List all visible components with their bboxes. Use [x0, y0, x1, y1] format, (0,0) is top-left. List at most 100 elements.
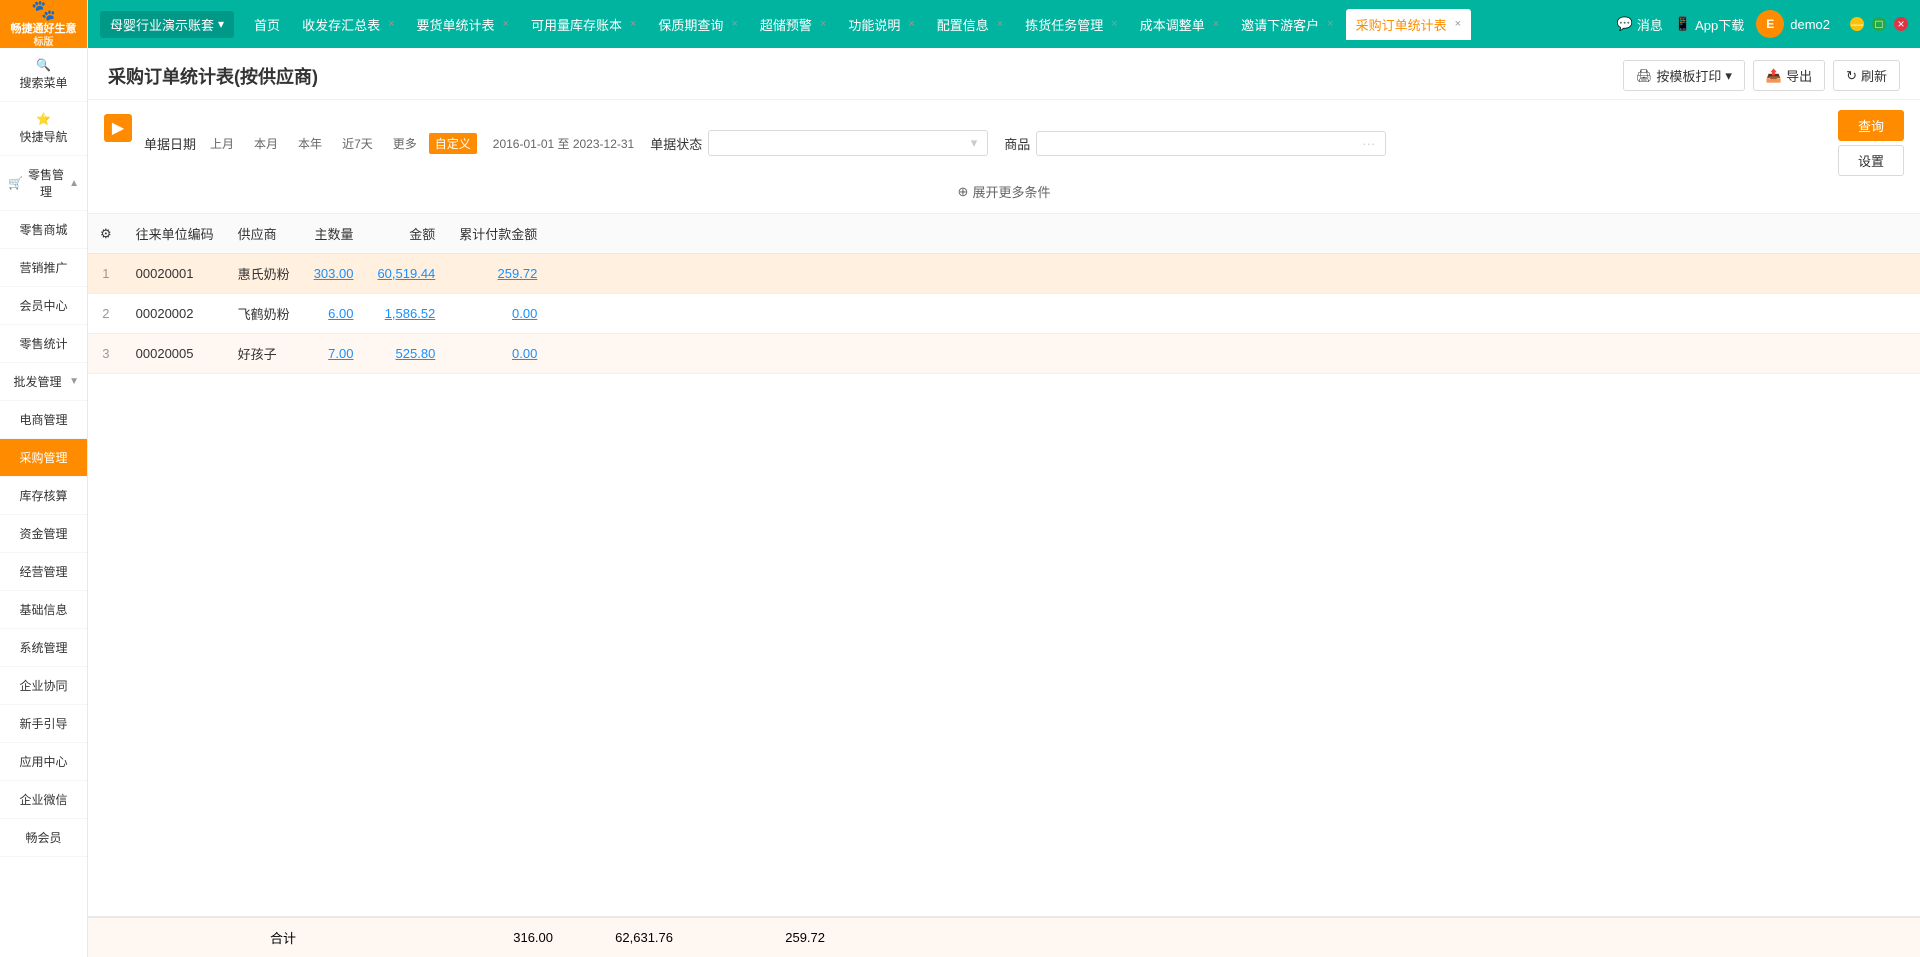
- nav-tab-close-1[interactable]: ×: [388, 18, 394, 30]
- app-download-label: App下载: [1695, 15, 1744, 34]
- date-shortcut-more[interactable]: 更多: [385, 133, 425, 154]
- page-actions: 🖨 按模板打印 ▾ 📤 导出 ↻ 刷新: [1623, 60, 1900, 91]
- nav-tab-close-9[interactable]: ×: [1213, 18, 1219, 30]
- sidebar-item-newguide[interactable]: 新手引导: [0, 705, 87, 743]
- nav-tab-close-3[interactable]: ×: [630, 18, 636, 30]
- nav-tab-close-6[interactable]: ×: [908, 18, 914, 30]
- nav-cost-adjust[interactable]: 成本调整单 ×: [1130, 9, 1229, 40]
- nav-collect-summary[interactable]: 收发存汇总表 ×: [292, 9, 404, 40]
- sidebar-item-marketing[interactable]: 营销推广: [0, 249, 87, 287]
- row-amount-3[interactable]: 525.80: [365, 334, 447, 374]
- date-shortcut-this-month[interactable]: 本月: [246, 133, 286, 154]
- product-input[interactable]: ···: [1036, 131, 1386, 156]
- table-row[interactable]: 2 00020002 飞鹤奶粉 6.00 1,586.52 0.00: [88, 294, 1920, 334]
- filter-fields: 单据日期 上月 本月 本年 近7天 更多 自定义: [144, 110, 1904, 176]
- nav-purchase-stats[interactable]: 采购订单统计表 ×: [1346, 9, 1471, 40]
- sidebar-item-app-center[interactable]: 应用中心: [0, 743, 87, 781]
- export-button[interactable]: 📤 导出: [1753, 60, 1825, 91]
- row-paid-3[interactable]: 0.00: [447, 334, 549, 374]
- sidebar-item-member2[interactable]: 畅会员: [0, 819, 87, 857]
- sidebar-item-label-app-center: 应用中心: [19, 753, 67, 770]
- nav-tab-close-8[interactable]: ×: [1111, 18, 1117, 30]
- sidebar-item-purchase[interactable]: 采购管理: [0, 439, 87, 477]
- sidebar-item-wechat[interactable]: 企业微信: [0, 781, 87, 819]
- close-btn[interactable]: ×: [1894, 17, 1908, 31]
- sidebar-item-inventory[interactable]: 库存核算: [0, 477, 87, 515]
- account-dropdown-icon: ▾: [218, 17, 224, 31]
- nav-inventory-book[interactable]: 可用量库存账本 ×: [521, 9, 646, 40]
- row-qty-2[interactable]: 6.00: [302, 294, 366, 334]
- sidebar-item-retail-stats[interactable]: 零售统计: [0, 325, 87, 363]
- nav-functions[interactable]: 功能说明 ×: [838, 9, 924, 40]
- sidebar-item-basic-info[interactable]: 基础信息: [0, 591, 87, 629]
- nav-tab-close-10[interactable]: ×: [1327, 18, 1333, 30]
- date-shortcut-7days[interactable]: 近7天: [334, 133, 381, 154]
- date-filter-group: 单据日期 上月 本月 本年 近7天 更多 自定义: [144, 133, 477, 154]
- table-row[interactable]: 1 00020001 惠氏奶粉 303.00 60,519.44 259.72: [88, 254, 1920, 294]
- query-button[interactable]: 查询: [1838, 110, 1904, 141]
- row-paid-1[interactable]: 259.72: [447, 254, 549, 294]
- date-range-display: 2016-01-01 至 2023-12-31: [493, 135, 634, 152]
- page-header: 采购订单统计表(按供应商) 🖨 按模板打印 ▾ 📤 导出 ↻ 刷新: [88, 48, 1920, 100]
- sidebar-item-sys-mgmt[interactable]: 系统管理: [0, 629, 87, 667]
- export-icon: 📤: [1766, 68, 1782, 84]
- minimize-btn[interactable]: —: [1850, 17, 1864, 31]
- row-supplier-3: 好孩子: [226, 334, 302, 374]
- nav-tab-close-2[interactable]: ×: [503, 18, 509, 30]
- filter-toggle-button[interactable]: ▶: [104, 114, 132, 142]
- refresh-button[interactable]: ↻ 刷新: [1833, 60, 1900, 91]
- retail-icon: 🛒: [8, 176, 23, 190]
- row-amount-2[interactable]: 1,586.52: [365, 294, 447, 334]
- nav-expiry[interactable]: 保质期查询 ×: [648, 9, 747, 40]
- nav-overstock-label: 超储预警: [760, 15, 812, 34]
- message-btn[interactable]: 💬 消息: [1617, 15, 1663, 34]
- search-icon: 🔍: [36, 58, 51, 72]
- status-filter-label: 单据状态: [650, 134, 702, 153]
- account-selector[interactable]: 母婴行业演示账套 ▾: [100, 11, 234, 38]
- product-more-icon: ···: [1362, 136, 1375, 151]
- sidebar-item-operations[interactable]: 经营管理: [0, 553, 87, 591]
- nav-tab-close-5[interactable]: ×: [820, 18, 826, 30]
- row-paid-2[interactable]: 0.00: [447, 294, 549, 334]
- sidebar-item-label-wechat: 企业微信: [19, 791, 67, 808]
- nav-overstock[interactable]: 超储预警 ×: [750, 9, 836, 40]
- sidebar-item-retail-mgmt[interactable]: 🛒 零售管理 ▲: [0, 156, 87, 211]
- date-custom-badge[interactable]: 自定义: [429, 133, 477, 154]
- maximize-btn[interactable]: □: [1872, 17, 1886, 31]
- nav-pick-task[interactable]: 拣货任务管理 ×: [1015, 9, 1127, 40]
- nav-tab-close-4[interactable]: ×: [731, 18, 737, 30]
- sidebar-item-finance[interactable]: 资金管理: [0, 515, 87, 553]
- nav-tab-close-11[interactable]: ×: [1455, 18, 1461, 30]
- user-avatar-btn[interactable]: E demo2: [1756, 10, 1830, 38]
- footer-qty: 316.00: [465, 930, 565, 945]
- nav-tab-close-7[interactable]: ×: [997, 18, 1003, 30]
- status-select[interactable]: ▾: [708, 130, 988, 156]
- nav-order-stats[interactable]: 要货单统计表 ×: [407, 9, 519, 40]
- table-row[interactable]: 3 00020005 好孩子 7.00 525.80 0.00: [88, 334, 1920, 374]
- refresh-label: 刷新: [1861, 66, 1887, 85]
- sidebar-item-member[interactable]: 会员中心: [0, 287, 87, 325]
- date-shortcut-last-month[interactable]: 上月: [202, 133, 242, 154]
- nav-invite-customer-label: 邀请下游客户: [1241, 15, 1319, 34]
- nav-invite-customer[interactable]: 邀请下游客户 ×: [1231, 9, 1343, 40]
- sidebar-item-ecommerce[interactable]: 电商管理: [0, 401, 87, 439]
- sidebar-item-search[interactable]: 🔍 搜索菜单: [0, 48, 87, 102]
- settings-icon: ⚙: [100, 226, 112, 241]
- row-qty-1[interactable]: 303.00: [302, 254, 366, 294]
- sidebar-item-wholesale[interactable]: 批发管理 ▼: [0, 363, 87, 401]
- nav-home[interactable]: 首页: [244, 9, 290, 40]
- template-print-button[interactable]: 🖨 按模板打印 ▾: [1623, 60, 1745, 91]
- sidebar-item-enterprise[interactable]: 企业协同: [0, 667, 87, 705]
- row-qty-3[interactable]: 7.00: [302, 334, 366, 374]
- date-shortcut-this-year[interactable]: 本年: [290, 133, 330, 154]
- nav-config[interactable]: 配置信息 ×: [927, 9, 1013, 40]
- row-amount-1[interactable]: 60,519.44: [365, 254, 447, 294]
- th-settings[interactable]: ⚙: [88, 214, 124, 254]
- sidebar-item-quicknav[interactable]: ⭐ 快捷导航: [0, 102, 87, 156]
- app-download-btn[interactable]: 📱 App下载: [1675, 15, 1744, 34]
- product-filter-label: 商品: [1004, 134, 1030, 153]
- row-extra-1: [549, 254, 1920, 294]
- expand-more-button[interactable]: ⊕ 展开更多条件: [950, 180, 1059, 203]
- sidebar-item-retail-mall[interactable]: 零售商城: [0, 211, 87, 249]
- settings-button[interactable]: 设置: [1838, 145, 1904, 176]
